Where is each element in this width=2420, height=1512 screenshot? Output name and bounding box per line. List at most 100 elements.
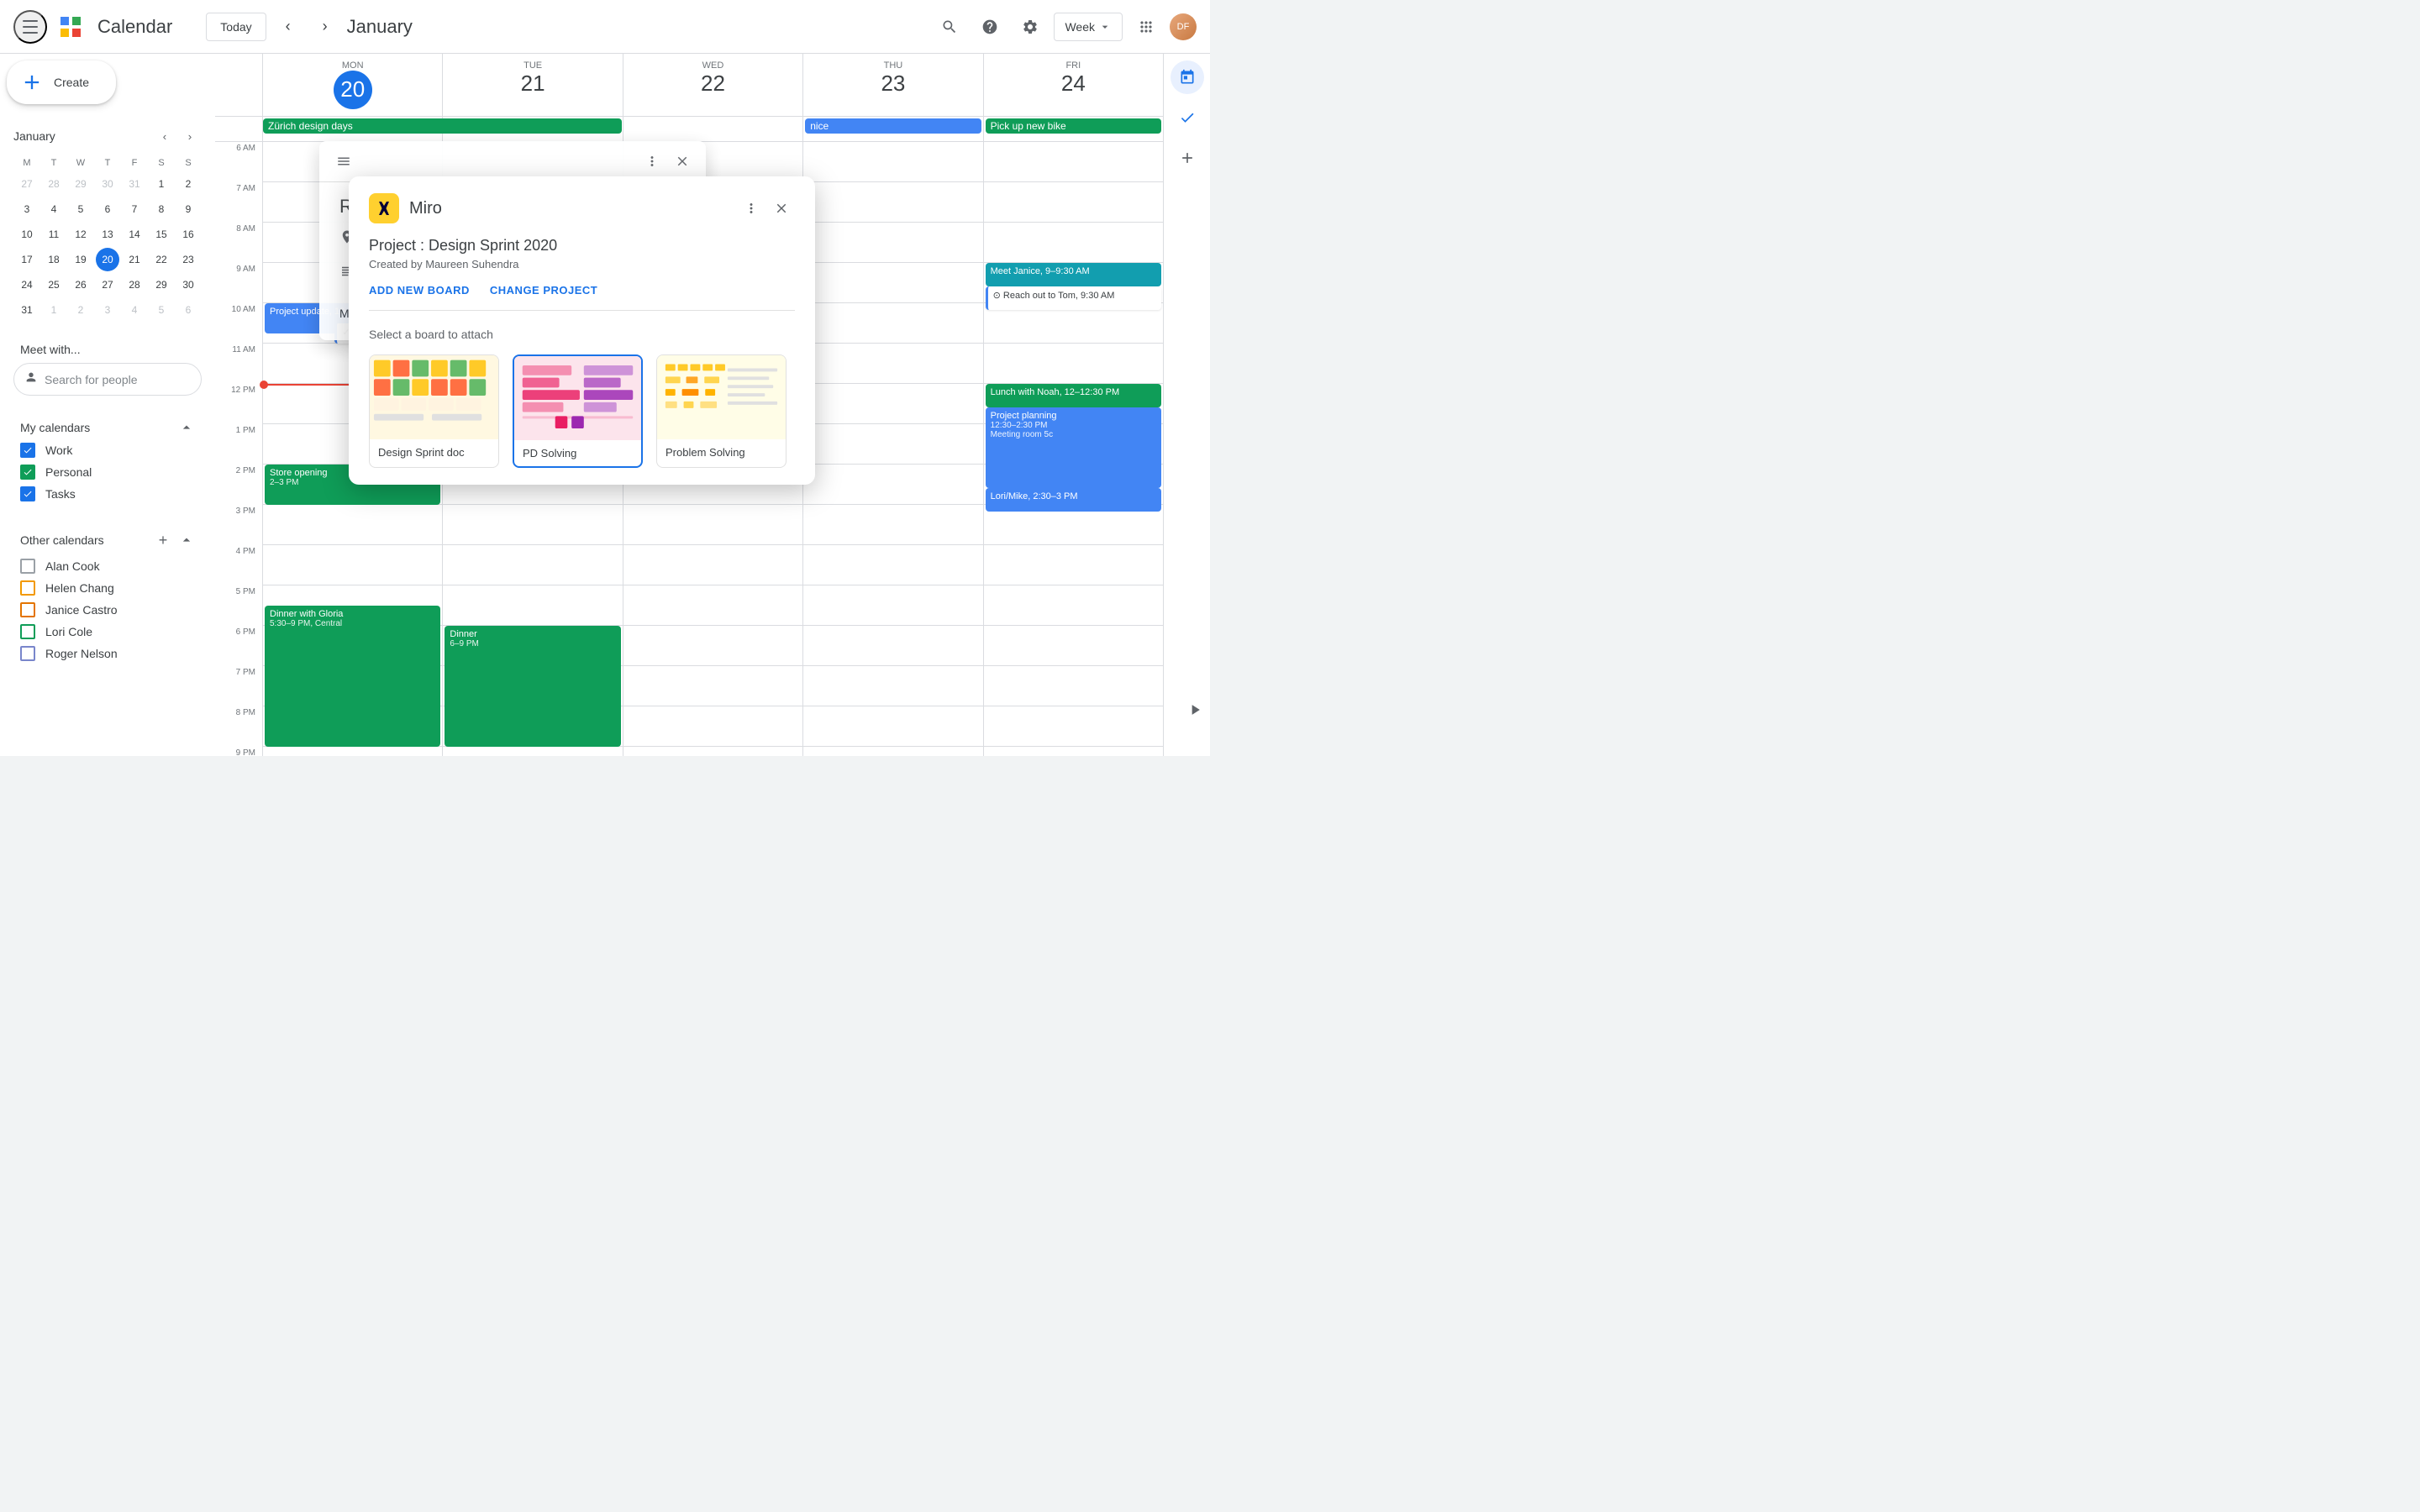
mini-cal-cell[interactable]: 28 [42, 172, 66, 196]
popup-close-button[interactable] [669, 148, 696, 175]
mini-cal-cell[interactable]: 8 [150, 197, 173, 221]
add-new-board-button[interactable]: ADD NEW BOARD [369, 284, 470, 297]
mini-cal-cell[interactable]: 6 [176, 298, 200, 322]
event-location: Meeting room 5c [991, 430, 1156, 439]
mini-cal-cell[interactable]: 30 [176, 273, 200, 297]
mini-cal-cell[interactable]: 25 [42, 273, 66, 297]
mini-cal-cell[interactable]: 27 [96, 273, 119, 297]
mini-cal-cell[interactable]: 27 [15, 172, 39, 196]
mini-cal-cell[interactable]: 13 [96, 223, 119, 246]
calendar-item-roger[interactable]: Roger Nelson [13, 643, 202, 664]
mini-cal-cell[interactable]: 3 [96, 298, 119, 322]
change-project-button[interactable]: CHANGE PROJECT [490, 284, 597, 297]
problem-solving-board[interactable]: Problem Solving [656, 354, 786, 468]
user-avatar[interactable]: DF [1170, 13, 1197, 40]
mini-cal-cell[interactable]: 9 [176, 197, 200, 221]
mini-cal-cell[interactable]: 18 [42, 248, 66, 271]
search-people-box[interactable]: Search for people [13, 363, 202, 396]
calendar-item-personal[interactable]: Personal [13, 461, 202, 483]
mini-cal-cell[interactable]: 1 [150, 172, 173, 196]
task-right-icon[interactable] [1171, 101, 1204, 134]
mini-cal-cell[interactable]: 5 [150, 298, 173, 322]
time-7pm: 7 PM [215, 666, 262, 706]
zurich-event[interactable]: Zürich design days [263, 118, 622, 134]
mini-cal-cell[interactable]: 6 [96, 197, 119, 221]
mini-cal-cell[interactable]: 26 [69, 273, 92, 297]
fri-column: Meet Janice, 9–9:30 AM ⊙ Reach out to To… [983, 142, 1163, 756]
current-time-dot [260, 381, 268, 389]
today-button[interactable]: Today [206, 13, 266, 41]
next-button[interactable]: › [310, 12, 340, 42]
lori-mike-event[interactable]: Lori/Mike, 2:30–3 PM [986, 488, 1161, 512]
mini-cal-cell[interactable]: 4 [42, 197, 66, 221]
project-planning-event[interactable]: Project planning 12:30–2:30 PM Meeting r… [986, 407, 1161, 488]
mini-cal-cell[interactable]: 12 [69, 223, 92, 246]
app-title: Calendar [97, 16, 172, 38]
dow-thu: THU [803, 60, 982, 71]
menu-button[interactable] [13, 10, 47, 44]
popup-more-button[interactable] [639, 148, 666, 175]
miro-close-button[interactable] [768, 195, 795, 222]
meet-janice-event[interactable]: Meet Janice, 9–9:30 AM [986, 263, 1161, 286]
other-calendars-header[interactable]: Other calendars + [13, 525, 202, 555]
nice-event[interactable]: nice [805, 118, 981, 134]
mini-cal-cell[interactable]: 19 [69, 248, 92, 271]
calendar-item-work[interactable]: Work [13, 439, 202, 461]
calendar-right-icon[interactable] [1171, 60, 1204, 94]
mini-cal-cell[interactable]: 24 [15, 273, 39, 297]
mini-cal-cell[interactable]: 3 [15, 197, 39, 221]
lunch-noah-event[interactable]: Lunch with Noah, 12–12:30 PM [986, 384, 1161, 407]
pd-solving-board[interactable]: PD Solving [513, 354, 643, 468]
dinner-gloria-event[interactable]: Dinner with Gloria 5:30–9 PM, Central [265, 606, 440, 747]
calendar-item-janice[interactable]: Janice Castro [13, 599, 202, 621]
mini-cal-cell[interactable]: 22 [150, 248, 173, 271]
mini-cal-cell[interactable]: 31 [15, 298, 39, 322]
time-11am: 11 AM [215, 344, 262, 384]
my-calendars-header[interactable]: My calendars [13, 416, 202, 439]
expand-icon[interactable] [1186, 701, 1203, 722]
mini-cal-cell[interactable]: 11 [42, 223, 66, 246]
day-header-mon: MON 20 [262, 54, 442, 116]
mini-cal-cell[interactable]: 14 [123, 223, 146, 246]
dinner-tue-event[interactable]: Dinner 6–9 PM [445, 626, 620, 747]
mini-cal-cell[interactable]: 29 [69, 172, 92, 196]
mini-cal-cell[interactable]: 28 [123, 273, 146, 297]
mini-cal-cell[interactable]: 5 [69, 197, 92, 221]
apps-button[interactable] [1129, 10, 1163, 44]
mini-cal-cell[interactable]: 17 [15, 248, 39, 271]
calendar-item-alan[interactable]: Alan Cook [13, 555, 202, 577]
pickup-bike-event[interactable]: Pick up new bike [986, 118, 1161, 134]
calendar-item-helen[interactable]: Helen Chang [13, 577, 202, 599]
mini-cal-cell[interactable]: 15 [150, 223, 173, 246]
calendar-item-tasks[interactable]: Tasks [13, 483, 202, 505]
mini-cal-cell[interactable]: 4 [123, 298, 146, 322]
mini-cal-cell[interactable]: 31 [123, 172, 146, 196]
calendar-item-lori[interactable]: Lori Cole [13, 621, 202, 643]
miro-select-label: Select a board to attach [369, 328, 795, 341]
miro-more-button[interactable] [738, 195, 765, 222]
mini-cal-today[interactable]: 20 [96, 248, 119, 271]
mini-cal-cell[interactable]: 30 [96, 172, 119, 196]
add-other-calendar[interactable]: + [151, 528, 175, 552]
search-button[interactable] [933, 10, 966, 44]
add-right-button[interactable] [1171, 141, 1204, 175]
mini-cal-cell[interactable]: 23 [176, 248, 200, 271]
mini-cal-cell[interactable]: 16 [176, 223, 200, 246]
view-selector[interactable]: Week [1054, 13, 1123, 41]
reach-out-tom-event[interactable]: ⊙ Reach out to Tom, 9:30 AM [986, 286, 1161, 310]
mini-cal-cell[interactable]: 2 [69, 298, 92, 322]
design-sprint-board[interactable]: Design Sprint doc [369, 354, 499, 468]
mini-cal-cell[interactable]: 29 [150, 273, 173, 297]
mini-cal-prev[interactable]: ‹ [153, 124, 176, 148]
mini-cal-cell[interactable]: 1 [42, 298, 66, 322]
prev-button[interactable]: ‹ [273, 12, 303, 42]
mini-cal-cell[interactable]: 10 [15, 223, 39, 246]
mini-cal-next[interactable]: › [178, 124, 202, 148]
create-label: Create [54, 76, 89, 89]
mini-cal-cell[interactable]: 21 [123, 248, 146, 271]
mini-cal-cell[interactable]: 2 [176, 172, 200, 196]
create-button[interactable]: Create [7, 60, 116, 104]
mini-cal-cell[interactable]: 7 [123, 197, 146, 221]
settings-button[interactable] [1013, 10, 1047, 44]
help-button[interactable] [973, 10, 1007, 44]
